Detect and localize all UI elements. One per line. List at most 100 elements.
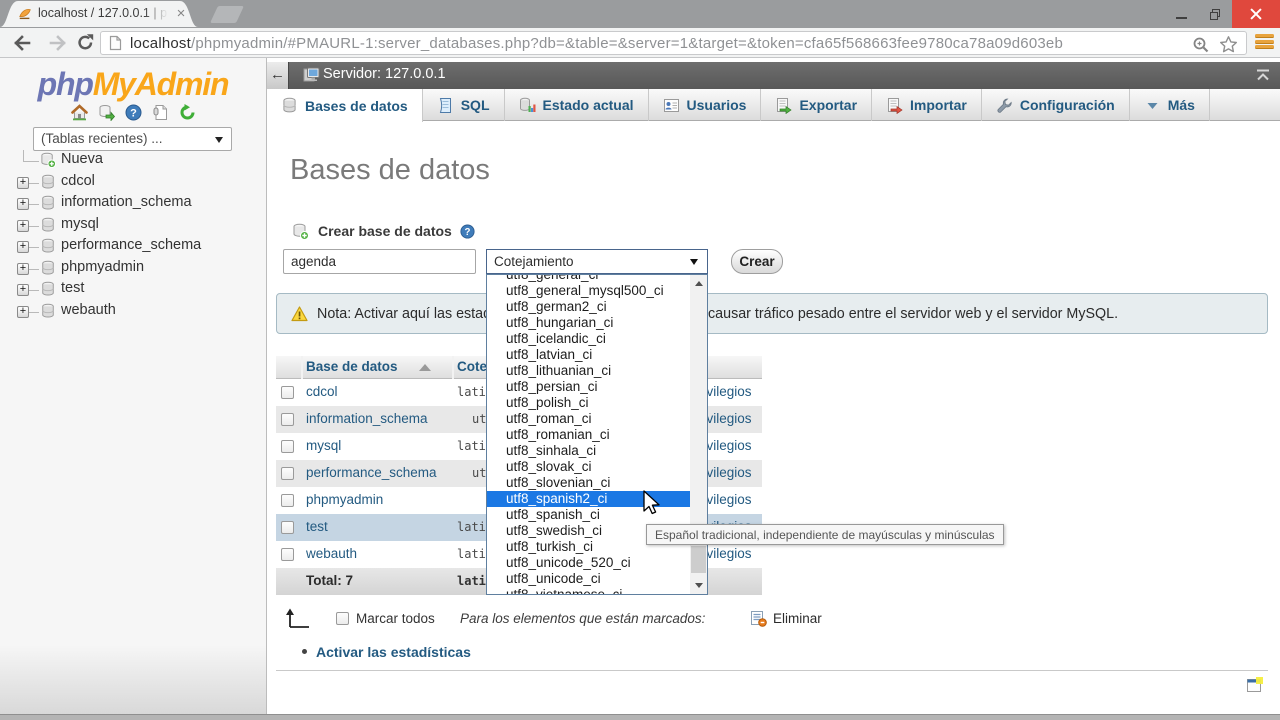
dropdown-option-utf8_lithuanian_ci[interactable]: utf8_lithuanian_ci <box>487 363 690 379</box>
help-icon[interactable]: ? <box>125 104 142 121</box>
collation-dropdown-list[interactable]: utf8_general_ci utf8_general_mysql500_ci u… <box>486 274 708 595</box>
new-tab-button[interactable] <box>210 6 244 23</box>
tree-item-mysql[interactable]: + mysql <box>0 215 266 237</box>
tree-item-performance_schema[interactable]: + performance_schema <box>0 236 266 258</box>
dropdown-option-utf8_sinhala_ci[interactable]: utf8_sinhala_ci <box>487 443 690 459</box>
tree-item-label[interactable]: performance_schema <box>61 237 201 253</box>
home-icon[interactable] <box>70 104 88 121</box>
dropdown-option-utf8_slovenian_ci[interactable]: utf8_slovenian_ci <box>487 475 690 491</box>
row-checkbox[interactable] <box>281 413 294 426</box>
dropdown-option-utf8_persian_ci[interactable]: utf8_persian_ci <box>487 379 690 395</box>
menu-tab-m-s[interactable]: Más <box>1130 89 1210 121</box>
tree-item-phpmyadmin[interactable]: + phpmyadmin <box>0 258 266 280</box>
dropdown-option-utf8_german2_ci[interactable]: utf8_german2_ci <box>487 299 690 315</box>
scroll-up-icon[interactable] <box>690 275 707 292</box>
check-all-checkbox[interactable] <box>336 612 349 625</box>
dropdown-option-utf8_latvian_ci[interactable]: utf8_latvian_ci <box>487 347 690 363</box>
menu-tab-exportar[interactable]: Exportar <box>761 89 873 121</box>
expand-icon[interactable]: + <box>17 219 29 232</box>
dropdown-option-utf8_roman_ci[interactable]: utf8_roman_ci <box>487 411 690 427</box>
browser-tab[interactable]: localhost / 127.0.0.1 | phpMyAdmin × <box>0 0 198 27</box>
tree-item-label[interactable]: test <box>61 280 84 296</box>
row-checkbox[interactable] <box>281 494 294 507</box>
scroll-down-icon[interactable] <box>690 577 707 594</box>
enable-statistics-link[interactable]: Activar las estadísticas <box>316 644 471 660</box>
row-checkbox[interactable] <box>281 386 294 399</box>
new-window-icon[interactable] <box>1246 676 1264 694</box>
tree-item-label[interactable]: Nueva <box>61 151 103 167</box>
tree-item-label[interactable]: mysql <box>61 216 99 232</box>
menu-tab-configuraci-n[interactable]: Configuración <box>982 89 1130 121</box>
url-text[interactable]: localhost/phpmyadmin/#PMAURL-1:server_da… <box>130 35 1063 52</box>
menu-tab-usuarios[interactable]: Usuarios <box>649 89 762 121</box>
delete-label[interactable]: Eliminar <box>773 611 822 626</box>
database-name-link[interactable]: performance_schema <box>306 465 437 480</box>
refresh-icon[interactable] <box>179 104 196 121</box>
dropdown-scrollbar[interactable] <box>690 275 707 594</box>
tree-item-nueva[interactable]: Nueva <box>0 150 266 172</box>
tree-item-label[interactable]: cdcol <box>61 173 95 189</box>
reload-button[interactable] <box>72 28 99 57</box>
create-button[interactable]: Crear <box>731 249 783 274</box>
dropdown-option-utf8_vietnamese_ci[interactable]: utf8_vietnamese_ci <box>487 587 690 594</box>
recent-tables-select[interactable]: (Tablas recientes) ... <box>33 127 232 151</box>
row-checkbox[interactable] <box>281 548 294 561</box>
zoom-icon[interactable] <box>1192 36 1210 54</box>
database-name-link[interactable]: phpmyadmin <box>306 492 383 507</box>
expand-icon[interactable]: + <box>17 241 29 253</box>
documentation-icon[interactable] <box>152 104 169 121</box>
browser-menu-button[interactable] <box>1255 34 1274 51</box>
address-bar[interactable]: localhost/phpmyadmin/#PMAURL-1:server_da… <box>100 31 1247 55</box>
row-checkbox[interactable] <box>281 467 294 480</box>
phpmyadmin-logo[interactable]: phpMyAdmin <box>0 66 266 103</box>
window-minimize-button[interactable] <box>1164 0 1198 28</box>
database-name-link[interactable]: test <box>306 519 328 534</box>
column-header-database[interactable]: Base de datos <box>306 359 398 374</box>
row-checkbox[interactable] <box>281 521 294 534</box>
collation-select[interactable]: Cotejamiento <box>486 249 708 274</box>
dropdown-option-utf8_romanian_ci[interactable]: utf8_romanian_ci <box>487 427 690 443</box>
bookmark-star-icon[interactable] <box>1219 35 1238 54</box>
menu-tab-estado-actual[interactable]: Estado actual <box>505 89 649 121</box>
back-button[interactable] <box>8 28 38 57</box>
nav-panel-collapse-button[interactable]: ← <box>267 62 289 89</box>
expand-icon[interactable]: + <box>17 284 29 296</box>
expand-icon[interactable]: + <box>17 198 29 210</box>
expand-icon[interactable]: + <box>17 262 29 275</box>
logout-icon[interactable] <box>98 104 115 121</box>
database-name-link[interactable]: information_schema <box>306 411 428 426</box>
check-all-label[interactable]: Marcar todos <box>356 611 435 626</box>
collapse-top-icon[interactable] <box>1256 69 1270 82</box>
dropdown-option-utf8_icelandic_ci[interactable]: utf8_icelandic_ci <box>487 331 690 347</box>
scrollbar-thumb[interactable] <box>691 546 706 573</box>
database-name-link[interactable]: cdcol <box>306 384 338 399</box>
menu-tab-bases-de-datos[interactable]: Bases de datos <box>267 89 423 122</box>
expand-icon[interactable]: + <box>17 305 29 318</box>
window-maximize-button[interactable] <box>1198 0 1232 28</box>
tree-item-label[interactable]: phpmyadmin <box>61 259 144 275</box>
database-name-link[interactable]: mysql <box>306 438 341 453</box>
tree-item-label[interactable]: information_schema <box>61 194 192 210</box>
menu-tab-importar[interactable]: Importar <box>872 89 982 121</box>
forward-button[interactable] <box>42 28 72 57</box>
menu-tab-sql[interactable]: SQL <box>423 89 505 121</box>
tree-item-cdcol[interactable]: + cdcol <box>0 172 266 194</box>
database-name-input[interactable]: agenda <box>283 249 476 274</box>
tree-item-information_schema[interactable]: + information_schema <box>0 193 266 215</box>
tree-item-test[interactable]: + test <box>0 279 266 301</box>
tab-close-icon[interactable]: × <box>174 6 188 21</box>
row-checkbox[interactable] <box>281 440 294 453</box>
dropdown-option-utf8_slovak_ci[interactable]: utf8_slovak_ci <box>487 459 690 475</box>
dropdown-option-utf8_unicode_520_ci[interactable]: utf8_unicode_520_ci <box>487 555 690 571</box>
dropdown-option-utf8_general_mysql500_ci[interactable]: utf8_general_mysql500_ci <box>487 283 690 299</box>
database-name-link[interactable]: webauth <box>306 546 357 561</box>
tree-item-label[interactable]: webauth <box>61 302 116 318</box>
expand-icon[interactable]: + <box>17 176 29 189</box>
dropdown-option-utf8_general_ci[interactable]: utf8_general_ci <box>487 275 690 283</box>
dropdown-option-utf8_hungarian_ci[interactable]: utf8_hungarian_ci <box>487 315 690 331</box>
dropdown-option-utf8_unicode_ci[interactable]: utf8_unicode_ci <box>487 571 690 587</box>
help-icon[interactable]: ? <box>460 223 475 239</box>
tree-item-webauth[interactable]: + webauth <box>0 301 266 323</box>
dropdown-option-utf8_polish_ci[interactable]: utf8_polish_ci <box>487 395 690 411</box>
window-close-button[interactable] <box>1232 0 1280 28</box>
